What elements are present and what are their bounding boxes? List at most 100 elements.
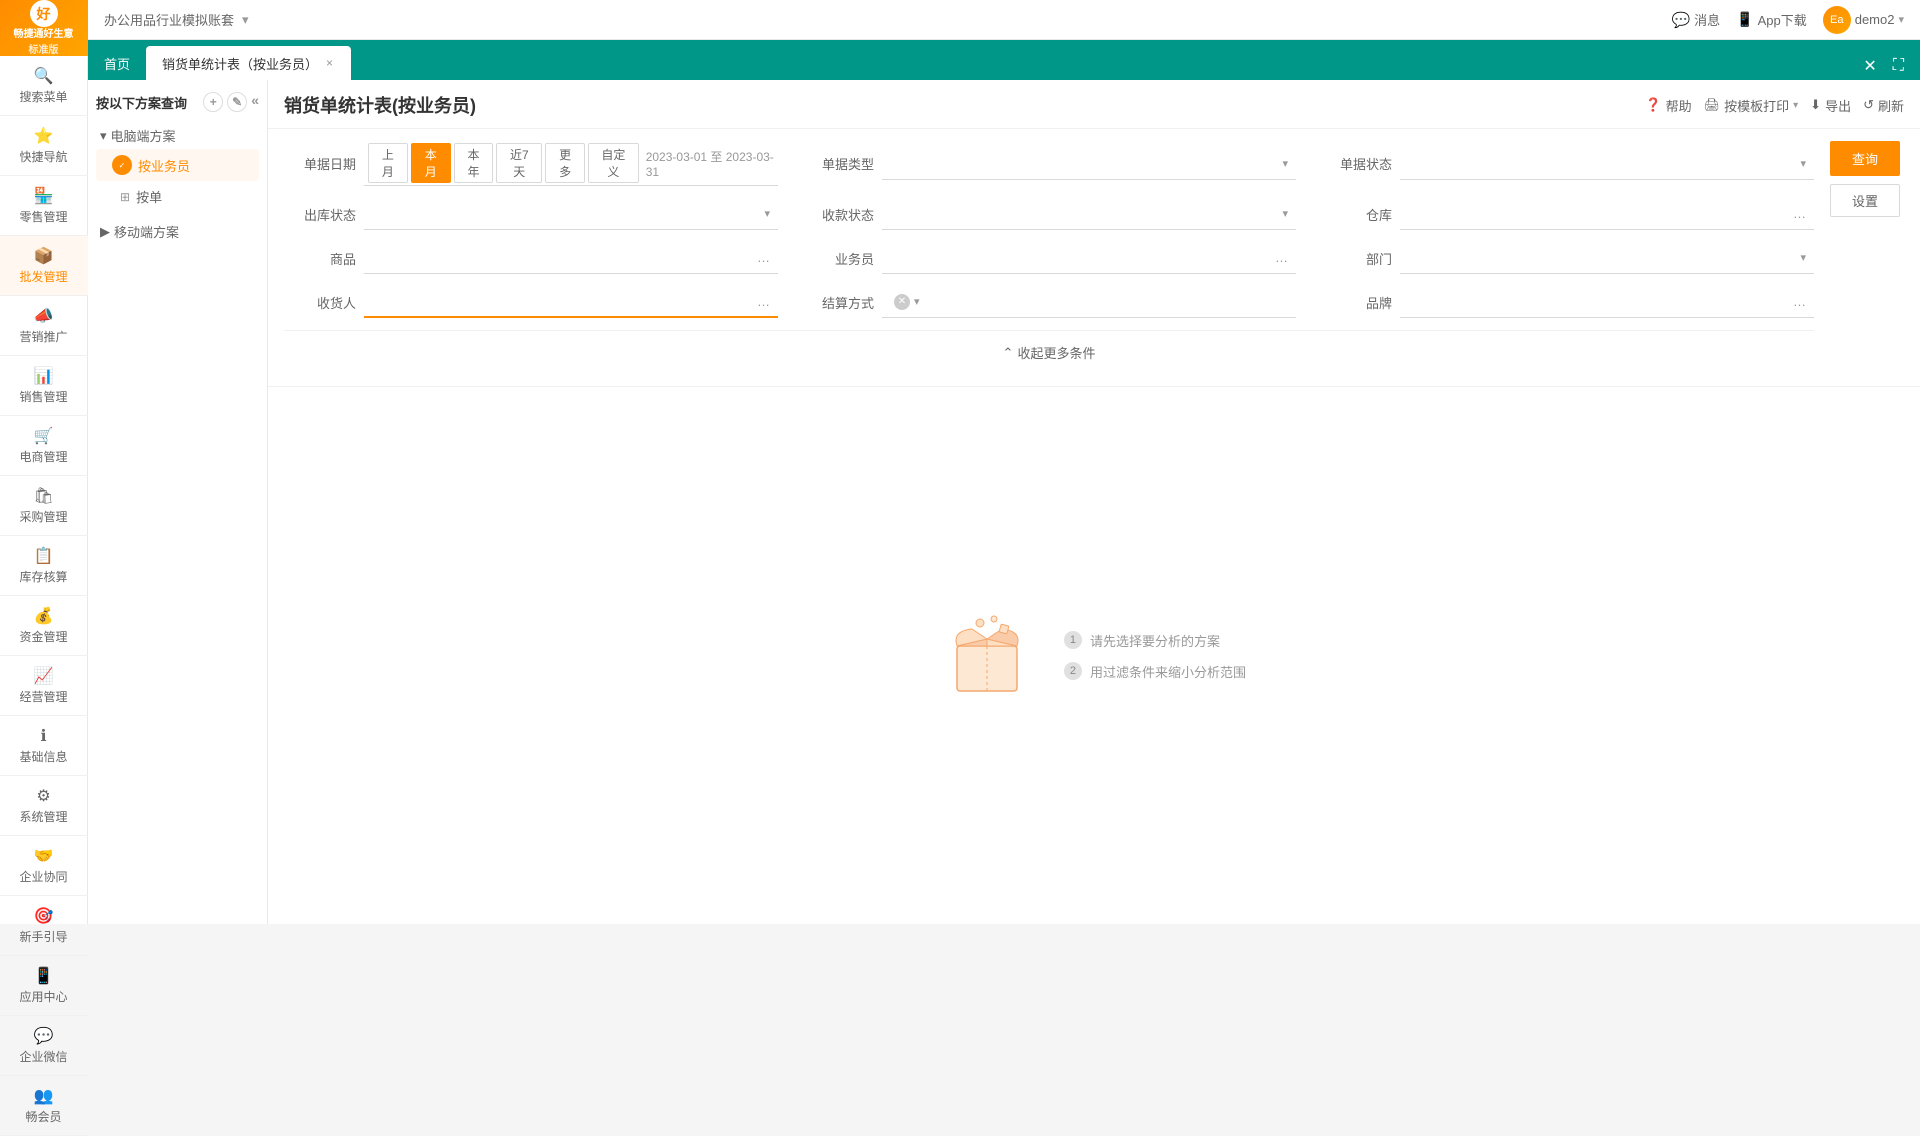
collapse-conditions-btn[interactable]: ⌃ 收起更多条件	[987, 339, 1112, 366]
sidebar-item-ecommerce[interactable]: 🛒 电商管理	[0, 416, 88, 476]
empty-state-tips: 1 请先选择要分析的方案 2 用过滤条件来缩小分析范围	[1064, 631, 1246, 681]
sidebar-item-label: 经营管理	[4, 688, 84, 705]
salesman-cell[interactable]: …	[882, 242, 1296, 274]
sidebar-item-weixin[interactable]: 💬 企业微信	[0, 1016, 88, 1076]
add-scheme-btn[interactable]: +	[203, 92, 223, 112]
sales-icon: 📊	[4, 366, 84, 386]
out-status-cell[interactable]: ▾	[364, 198, 778, 230]
panel-collapse-btn[interactable]: «	[251, 92, 259, 112]
guide-icon: 🎯	[4, 906, 84, 926]
sidebar-item-basic-info[interactable]: ℹ 基础信息	[0, 716, 88, 776]
edit-scheme-btn[interactable]: ✎	[227, 92, 247, 112]
ecommerce-icon: 🛒	[4, 426, 84, 446]
date-range-display: 2023-03-01 至 2023-03-31	[646, 148, 774, 179]
doc-status-cell[interactable]: ▾	[1400, 148, 1814, 180]
warehouse-cell[interactable]: …	[1400, 198, 1814, 230]
sidebar-item-app-center[interactable]: 📱 应用中心	[0, 956, 88, 1016]
consignee-cell[interactable]: …	[364, 286, 778, 318]
sidebar-item-purchase[interactable]: 🛍 采购管理	[0, 476, 88, 536]
sidebar-item-retail[interactable]: 🏪 零售管理	[0, 176, 88, 236]
settlement-arrow: ▾	[914, 295, 920, 308]
tab-close-window-btn[interactable]: ✕	[1859, 52, 1880, 80]
filter-row-3: 商品 … 业务员 … 部门 ▾	[284, 242, 1814, 274]
empty-state: 1 请先选择要分析的方案 2 用过滤条件来缩小分析范围	[268, 387, 1920, 924]
purchase-icon: 🛍	[4, 486, 84, 506]
tab-close-btn[interactable]: ×	[324, 56, 335, 70]
help-btn[interactable]: ❓ 帮助	[1645, 96, 1691, 115]
add-icon: +	[210, 95, 217, 109]
enterprise-icon: 🤝	[4, 846, 84, 866]
pay-status-arrow: ▾	[1282, 207, 1288, 220]
query-btn[interactable]: 查询	[1830, 141, 1900, 176]
scheme-by-salesman[interactable]: ✓ 按业务员	[96, 149, 259, 181]
sidebar-item-marketing[interactable]: 📣 营销推广	[0, 296, 88, 356]
settlement-label: 结算方式	[802, 293, 882, 312]
pay-status-cell[interactable]: ▾	[882, 198, 1296, 230]
inventory-icon: 📋	[4, 546, 84, 566]
sub-scheme-by-doc[interactable]: ⊞ 按单	[96, 181, 259, 212]
header-left: 办公用品行业模拟账套 ▾	[104, 10, 249, 29]
logo-sub: 标准版	[29, 41, 59, 56]
app-logo[interactable]: 好 畅捷通好生意 标准版	[0, 0, 88, 56]
sidebar-item-finance[interactable]: 💰 资金管理	[0, 596, 88, 656]
operations-icon: 📈	[4, 666, 84, 686]
home-tab[interactable]: 首页	[88, 46, 146, 80]
print-btn[interactable]: 🖨 按模板打印 ▾	[1704, 96, 1799, 115]
sidebar-item-search[interactable]: 🔍 搜索菜单	[0, 56, 88, 116]
sidebar-item-operations[interactable]: 📈 经营管理	[0, 656, 88, 716]
export-btn[interactable]: ⬇ 导出	[1810, 96, 1851, 115]
tab-bar-right: ✕ ⛶	[1859, 52, 1920, 80]
desktop-group-label: 电脑端方案	[111, 126, 176, 145]
user-menu[interactable]: Ea demo2 ▾	[1823, 6, 1904, 34]
desktop-group-header[interactable]: ▾ 电脑端方案	[96, 122, 259, 149]
sidebar-item-label: 资金管理	[4, 628, 84, 645]
date-last-month-btn[interactable]: 上月	[368, 143, 408, 183]
doc-status-arrow: ▾	[1800, 157, 1806, 170]
left-panel: 按以下方案查询 + ✎ « ▾ 电脑端方案	[88, 80, 268, 924]
goods-cell[interactable]: …	[364, 242, 778, 274]
date-this-year-btn[interactable]: 本年	[454, 143, 494, 183]
out-status-label: 出库状态	[284, 205, 364, 224]
message-btn[interactable]: 💬 消息	[1671, 10, 1720, 29]
mobile-group-header[interactable]: ▶ 移动端方案	[96, 218, 259, 245]
active-tab[interactable]: 销货单统计表（按业务员） ×	[146, 46, 351, 80]
panel-header-actions: + ✎ «	[203, 92, 259, 112]
sidebar-item-inventory[interactable]: 📋 库存核算	[0, 536, 88, 596]
doc-type-cell[interactable]: ▾	[882, 148, 1296, 180]
sidebar-item-guide[interactable]: 🎯 新手引导	[0, 896, 88, 956]
sidebar-item-sales[interactable]: 📊 销售管理	[0, 356, 88, 416]
page-actions: ❓ 帮助 🖨 按模板打印 ▾ ⬇ 导出 ↺ 刷新	[1645, 96, 1904, 115]
sidebar-item-quick-nav[interactable]: ⭐ 快捷导航	[0, 116, 88, 176]
tip-item-1: 1 请先选择要分析的方案	[1064, 631, 1246, 650]
sidebar-item-system[interactable]: ⚙ 系统管理	[0, 776, 88, 836]
date-this-month-btn[interactable]: 本月	[411, 143, 451, 183]
company-selector-arrow[interactable]: ▾	[242, 12, 249, 28]
tab-maximize-btn[interactable]: ⛶	[1889, 53, 1908, 79]
header-right: 💬 消息 📱 App下载 Ea demo2 ▾	[1671, 6, 1904, 34]
user-menu-arrow: ▾	[1898, 13, 1904, 26]
sidebar-item-enterprise[interactable]: 🤝 企业协同	[0, 836, 88, 896]
app-download-btn[interactable]: 📱 App下载	[1736, 10, 1807, 29]
doc-type-arrow: ▾	[1282, 157, 1288, 170]
consignee-label: 收货人	[284, 293, 364, 312]
settlement-clear-btn[interactable]: ✕	[894, 294, 910, 310]
scheme-check-icon: ✓	[119, 161, 126, 170]
warehouse-dots: …	[1793, 206, 1806, 221]
sub-scheme-icon: ⊞	[120, 190, 130, 204]
settings-btn[interactable]: 设置	[1830, 184, 1900, 217]
date-more-btn[interactable]: 更多	[545, 143, 585, 183]
refresh-btn[interactable]: ↺ 刷新	[1863, 96, 1904, 115]
sidebar-item-label: 企业协同	[4, 868, 84, 885]
date-last7-btn[interactable]: 近7天	[496, 143, 542, 183]
retail-icon: 🏪	[4, 186, 84, 206]
sidebar-item-label: 应用中心	[4, 988, 84, 1005]
doc-type-label: 单据类型	[802, 154, 882, 173]
sidebar-item-wholesale[interactable]: 📦 批发管理	[0, 236, 88, 296]
dept-cell[interactable]: ▾	[1400, 242, 1814, 274]
brand-cell[interactable]: …	[1400, 286, 1814, 318]
sidebar-item-member[interactable]: 👥 畅会员	[0, 1076, 88, 1136]
settlement-cell[interactable]: ✕ ▾	[882, 286, 1296, 318]
collapse-bar: ⌃ 收起更多条件	[284, 330, 1814, 374]
date-custom-btn[interactable]: 自定义	[588, 143, 639, 183]
page-title-bar: 销货单统计表(按业务员) ❓ 帮助 🖨 按模板打印 ▾ ⬇ 导出	[268, 80, 1920, 129]
